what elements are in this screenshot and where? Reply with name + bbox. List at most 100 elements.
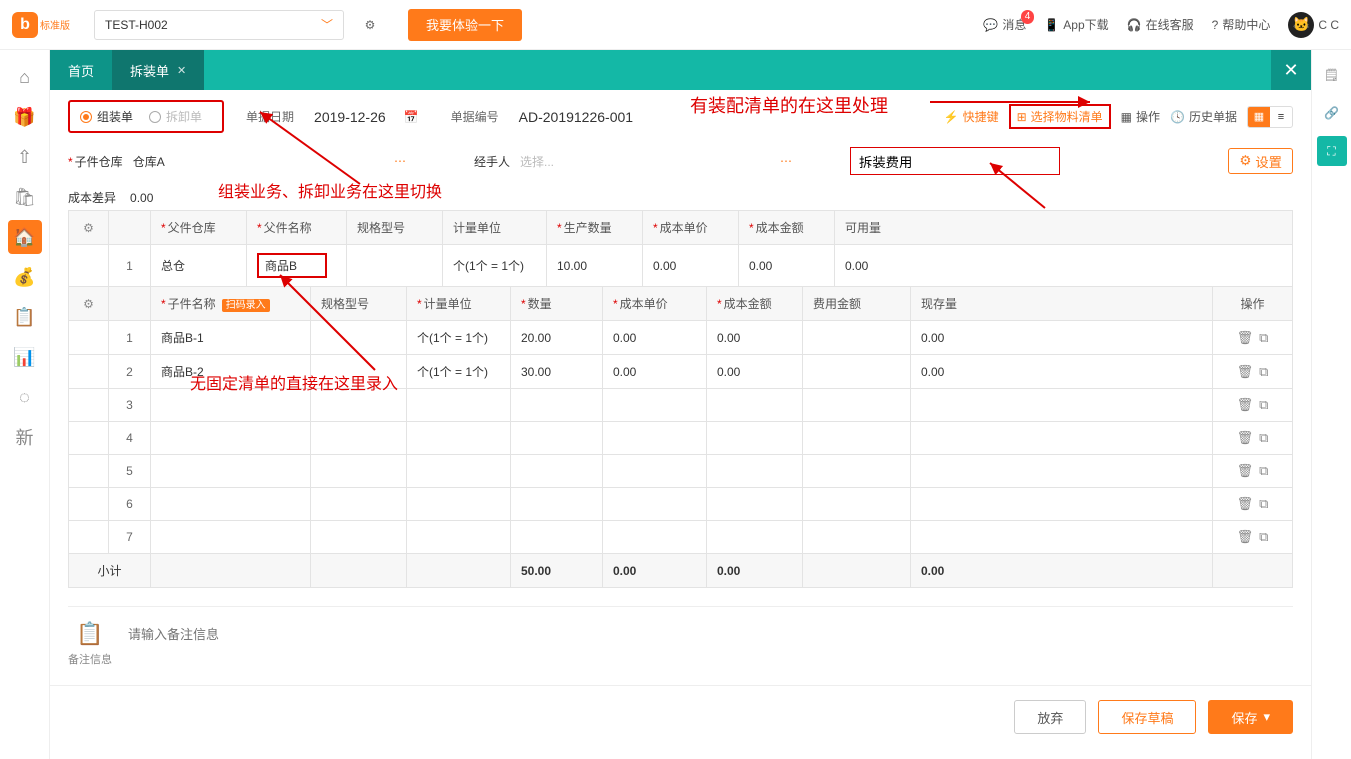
- messages-button[interactable]: 💬 消息 4: [983, 16, 1026, 33]
- app-download-button[interactable]: 📱 App下载: [1044, 16, 1108, 33]
- notes-icon[interactable]: 🗒: [1317, 60, 1347, 90]
- nav-bag-icon[interactable]: 🛍: [8, 180, 42, 214]
- copy-icon[interactable]: ⧉: [1259, 430, 1268, 445]
- child-row[interactable]: 7🗑⧉: [69, 521, 1293, 554]
- discard-button[interactable]: 放弃: [1014, 700, 1086, 734]
- radio-selected-icon: [80, 111, 92, 123]
- material-list-button[interactable]: ⊞选择物料清单: [1017, 108, 1103, 125]
- scan-button[interactable]: 扫码录入: [222, 299, 270, 312]
- child-row[interactable]: 4🗑⧉: [69, 422, 1293, 455]
- phone-icon: 📱: [1044, 18, 1059, 32]
- remark-input[interactable]: [126, 621, 1293, 648]
- shortcut-button[interactable]: ⚡快捷键: [944, 108, 999, 125]
- nav-new-icon[interactable]: 新: [8, 420, 42, 454]
- copy-icon[interactable]: ⧉: [1259, 364, 1268, 379]
- help-icon: ?: [1212, 18, 1219, 32]
- nav-warehouse-icon[interactable]: 🏠: [8, 220, 42, 254]
- radio-assemble[interactable]: 组装单: [80, 108, 133, 125]
- copy-icon[interactable]: ⧉: [1259, 397, 1268, 412]
- delete-icon[interactable]: 🗑: [1237, 529, 1254, 544]
- message-badge: 4: [1021, 10, 1035, 24]
- child-wh-value[interactable]: 仓库A: [133, 153, 165, 170]
- radio-unselected-icon: [149, 111, 161, 123]
- child-table: ⚙ *子件名称扫码录入 规格型号 *计量单位 *数量 *成本单价 *成本金额 费…: [68, 286, 1293, 588]
- gear-icon[interactable]: ⚙: [69, 211, 109, 245]
- view-toggle: ▦ ≡: [1247, 106, 1293, 128]
- nav-report-icon[interactable]: 📊: [8, 340, 42, 374]
- copy-icon[interactable]: ⧉: [1259, 529, 1268, 544]
- bolt-icon: ⚡: [944, 110, 959, 124]
- user-menu[interactable]: 🐱 C C: [1288, 12, 1339, 38]
- parent-row[interactable]: 1 总仓 商品B 个(1个 = 1个) 10.00 0.00 0.00 0.00: [69, 245, 1293, 287]
- delete-icon[interactable]: 🗑: [1237, 496, 1254, 511]
- parent-name-cell[interactable]: 商品B: [257, 253, 327, 278]
- fee-input[interactable]: [850, 147, 1060, 175]
- support-button[interactable]: 🎧 在线客服: [1127, 16, 1194, 33]
- delete-icon[interactable]: 🗑: [1237, 330, 1254, 345]
- calendar-icon[interactable]: 📅: [404, 110, 419, 124]
- delete-icon[interactable]: 🗑: [1237, 397, 1254, 412]
- copy-icon[interactable]: ⧉: [1259, 496, 1268, 511]
- edition-label: 标准版: [40, 17, 70, 32]
- child-wh-label: 子件仓库: [75, 155, 123, 169]
- more-icon[interactable]: ⋯: [394, 154, 408, 168]
- gear-icon: ⚙: [1239, 153, 1251, 169]
- operations-button[interactable]: ▦操作: [1121, 108, 1160, 125]
- child-row[interactable]: 1商品B-1个(1个 = 1个)20.000.000.000.00🗑⧉: [69, 321, 1293, 355]
- view-grid-icon[interactable]: ▦: [1248, 107, 1270, 127]
- material-list-highlight: ⊞选择物料清单: [1009, 104, 1111, 129]
- account-select[interactable]: TEST-H002 ﹀: [94, 10, 344, 40]
- doc-date-value[interactable]: 2019-12-26: [314, 109, 386, 125]
- copy-icon[interactable]: ⧉: [1259, 330, 1268, 345]
- delete-icon[interactable]: 🗑: [1237, 463, 1254, 478]
- nav-money-icon[interactable]: 💰: [8, 260, 42, 294]
- child-row[interactable]: 3🗑⧉: [69, 389, 1293, 422]
- more-icon[interactable]: ⋯: [780, 154, 794, 168]
- child-row[interactable]: 6🗑⧉: [69, 488, 1293, 521]
- close-icon[interactable]: ✕: [177, 64, 186, 77]
- child-row[interactable]: 2商品B-2个(1个 = 1个)30.000.000.000.00🗑⧉: [69, 355, 1293, 389]
- view-list-icon[interactable]: ≡: [1270, 107, 1292, 127]
- settings-link[interactable]: ⚙设置: [1228, 148, 1293, 174]
- nav-gift-icon[interactable]: 🎁: [8, 100, 42, 134]
- close-all-tabs[interactable]: ✕: [1271, 50, 1311, 90]
- grid-icon: ▦: [1121, 110, 1132, 124]
- left-sidebar: ⌂ 🎁 ⇧ 🛍 🏠 💰 📋 📊 ◌ 新: [0, 50, 50, 759]
- chevron-down-icon: ﹀: [321, 16, 333, 33]
- settings-button[interactable]: ⚙: [356, 11, 384, 39]
- save-draft-button[interactable]: 保存草稿: [1098, 700, 1196, 734]
- save-button[interactable]: 保存▾: [1208, 700, 1293, 734]
- doc-type-radio-group: 组装单 拆卸单: [68, 100, 224, 133]
- gear-icon[interactable]: ⚙: [69, 287, 109, 321]
- avatar: 🐱: [1288, 12, 1314, 38]
- delete-icon[interactable]: 🗑: [1237, 430, 1254, 445]
- parent-table: ⚙ *父件仓库 *父件名称 规格型号 计量单位 *生产数量 *成本单价 *成本金…: [68, 210, 1293, 287]
- tab-assembly-doc[interactable]: 拆装单 ✕: [112, 50, 204, 90]
- tab-bar: 首页 拆装单 ✕ ✕: [50, 50, 1311, 90]
- child-row[interactable]: 5🗑⧉: [69, 455, 1293, 488]
- cost-diff-label: 成本差异: [68, 189, 116, 206]
- radio-disassemble[interactable]: 拆卸单: [149, 108, 202, 125]
- nav-clipboard-icon[interactable]: 📋: [8, 300, 42, 334]
- try-button[interactable]: 我要体验一下: [408, 9, 522, 41]
- copy-icon[interactable]: ⧉: [1259, 463, 1268, 478]
- help-button[interactable]: ? 帮助中心: [1212, 16, 1271, 33]
- chevron-down-icon: ▾: [1263, 709, 1270, 725]
- link-icon[interactable]: 🔗: [1317, 98, 1347, 128]
- delete-icon[interactable]: 🗑: [1237, 364, 1254, 379]
- history-icon: 🕓: [1170, 110, 1185, 124]
- history-button[interactable]: 🕓历史单据: [1170, 108, 1237, 125]
- app-logo: b: [12, 12, 38, 38]
- doc-no-label: 单据编号: [451, 108, 499, 125]
- doc-no-value: AD-20191226-001: [519, 109, 633, 125]
- handler-input[interactable]: 选择...: [520, 153, 554, 170]
- cost-diff-value: 0.00: [130, 191, 153, 205]
- nav-up-icon[interactable]: ⇧: [8, 140, 42, 174]
- tab-home[interactable]: 首页: [50, 50, 112, 90]
- expand-icon[interactable]: ⛶: [1317, 136, 1347, 166]
- account-name: TEST-H002: [105, 18, 168, 32]
- nav-cycle-icon[interactable]: ◌: [8, 380, 42, 414]
- handler-label: 经手人: [474, 153, 510, 170]
- nav-home-icon[interactable]: ⌂: [8, 60, 42, 94]
- message-icon: 💬: [983, 18, 998, 32]
